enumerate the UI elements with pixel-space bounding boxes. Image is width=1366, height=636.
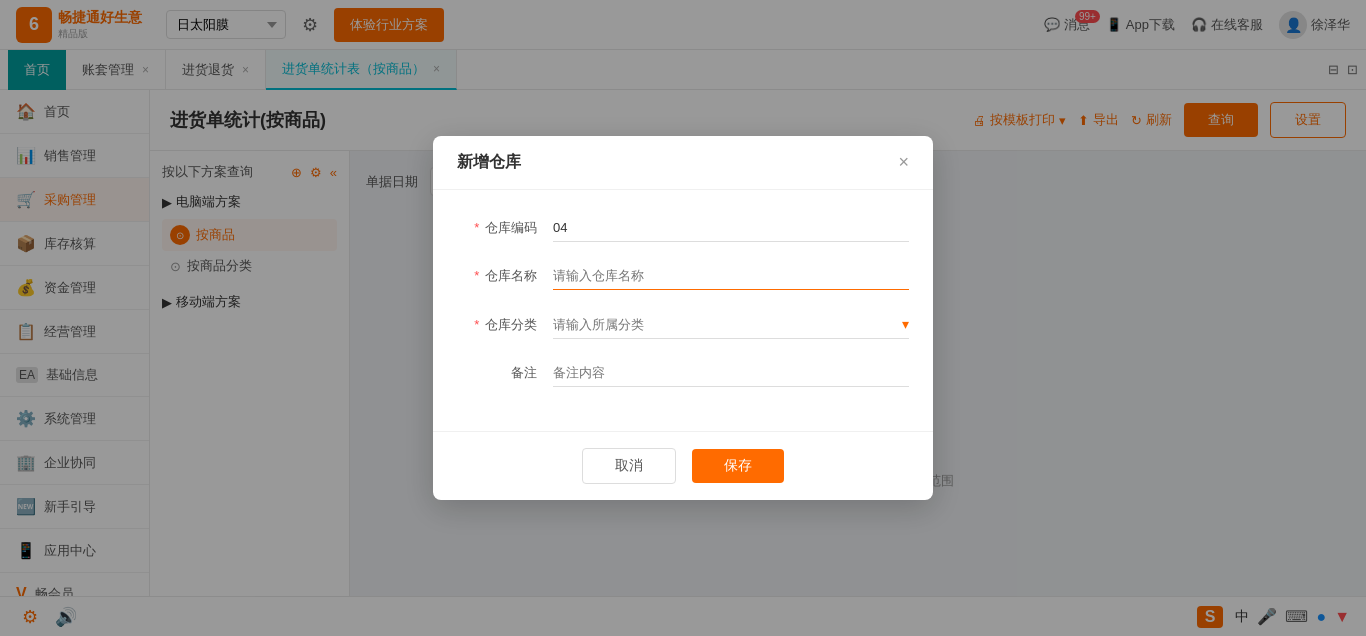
save-button[interactable]: 保存 [692,449,784,483]
warehouse-name-label: * 仓库名称 [457,267,537,285]
modal-footer: 取消 保存 [433,431,933,500]
warehouse-category-select[interactable]: ▾ [553,310,909,339]
warehouse-code-row: * 仓库编码 [457,214,909,242]
modal-close-button[interactable]: × [898,152,909,173]
warehouse-name-row: * 仓库名称 [457,262,909,290]
warehouse-code-input[interactable] [553,214,909,242]
modal-overlay[interactable]: 新增仓库 × * 仓库编码 * 仓库名称 [0,0,1366,636]
modal-title: 新增仓库 [457,152,521,173]
warehouse-remark-row: 备注 [457,359,909,387]
modal-header: 新增仓库 × [433,136,933,190]
cancel-button[interactable]: 取消 [582,448,676,484]
warehouse-remark-label: 备注 [457,364,537,382]
add-warehouse-modal: 新增仓库 × * 仓库编码 * 仓库名称 [433,136,933,500]
warehouse-name-input[interactable] [553,262,909,290]
warehouse-category-label: * 仓库分类 [457,316,537,334]
warehouse-remark-input[interactable] [553,359,909,387]
category-dropdown-icon[interactable]: ▾ [902,316,909,332]
warehouse-category-input[interactable] [553,317,902,332]
warehouse-category-row: * 仓库分类 ▾ [457,310,909,339]
modal-body: * 仓库编码 * 仓库名称 * 仓库分类 [433,190,933,431]
warehouse-code-label: * 仓库编码 [457,219,537,237]
